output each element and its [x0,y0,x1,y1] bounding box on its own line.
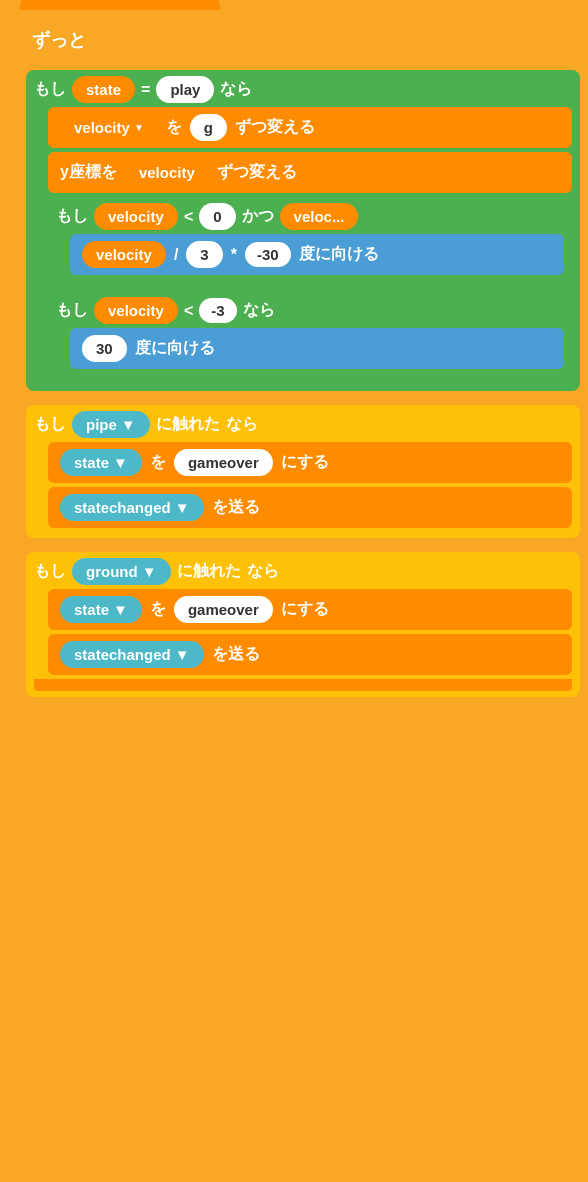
if-velocity-lt0-inner: velocity / 3 * -30 度に向ける [70,234,564,275]
scratch-blocks-container: ずっと もし state = play なら [0,0,588,715]
statechanged-dropdown-1[interactable]: ▼ [175,499,190,516]
velocity-dropdown-arrow-1[interactable]: ▼ [134,122,144,133]
gap-1 [26,397,580,405]
if-velocity-lt-3-block: もし velocity < -3 なら [48,291,572,379]
mul-op: * [231,246,237,264]
state-var-pill[interactable]: state [72,76,135,103]
if-ground-row: もし ground ▼ に触れた なら [34,558,572,585]
g-val-pill: g [190,114,227,141]
gameover-val-pill-1: gameover [174,449,273,476]
three-val-pill: 3 [186,241,222,268]
forever-label: ずっと [16,20,102,60]
pipe-statechanged-row: statechanged ▼ を送る [48,487,572,528]
wo-prep-2: を [150,452,166,473]
if-keyword-2: もし [56,206,88,227]
ground-dropdown-arrow[interactable]: ▼ [142,563,157,580]
then-keyword-5: なら [247,561,279,582]
pipe-state-gameover-row: state ▼ を gameover にする [48,442,572,483]
if-keyword-1: もし [34,79,66,100]
direction-suffix-2: 度に向ける [135,338,215,359]
ground-var-pill[interactable]: ground ▼ [72,558,171,585]
if-pipe-inner: state ▼ を gameover にする statechanged [48,442,572,528]
and-keyword: かつ [242,206,274,227]
if-state-condition-row: もし state = play なら [34,76,572,103]
ni-suru-1: にする [281,452,329,473]
ni-suru-2: にする [281,599,329,620]
ground-statechanged-row: statechanged ▼ を送る [48,634,572,675]
if-keyword-4: もし [34,414,66,435]
wo-prep-1: を [166,117,182,138]
change-suffix-1: ずつ変える [235,117,315,138]
statechanged-msg-pill-1[interactable]: statechanged ▼ [60,494,204,521]
if-velocity-lt-3-inner: 30 度に向ける [70,328,564,369]
if-velocity-lt-3-row: もし velocity < -3 なら [56,297,564,324]
change-suffix-2: ずつ変える [217,162,297,183]
state-set-pill-1[interactable]: state ▼ [60,449,142,476]
touch-keyword-2: に触れた [177,561,241,582]
if-state-play-inner: velocity ▼ を g ずつ変える y座標を velocity [48,107,572,379]
state-set-pill-2[interactable]: state ▼ [60,596,142,623]
veloc-overflow-pill[interactable]: veloc... [280,203,359,230]
forever-inner-content: もし state = play なら velocity [18,66,588,715]
equals-op: = [141,81,150,99]
wo-okuru-1: を送る [212,497,260,518]
statechanged-dropdown-2[interactable]: ▼ [175,646,190,663]
direction-suffix-1: 度に向ける [299,244,379,265]
if-ground-inner: state ▼ を gameover にする statechanged [48,589,572,675]
y-label: y座標を [60,162,117,183]
if-ground-block: もし ground ▼ に触れた なら state ▼ [26,552,580,697]
forever-label-row: ずっと [0,14,588,66]
if-pipe-row: もし pipe ▼ に触れた なら [34,411,572,438]
if-velocity-lt0-block: もし velocity < 0 かつ veloc... [48,197,572,285]
div-op: / [174,246,178,264]
direction-calc-row: velocity / 3 * -30 度に向ける [70,234,564,275]
velocity-var-pill-1[interactable]: velocity ▼ [60,114,158,141]
velocity-change-row: velocity ▼ を g ずつ変える [48,107,572,148]
then-keyword-3: なら [243,300,275,321]
y-velocity-change-row: y座標を velocity ずつ変える [48,152,572,193]
velocity-cond2-pill[interactable]: velocity [94,297,178,324]
lt-op-1: < [184,208,193,226]
state-dropdown-2[interactable]: ▼ [113,601,128,618]
velocity-dir-pill[interactable]: velocity [82,241,166,268]
wo-okuru-2: を送る [212,644,260,665]
state-dropdown-1[interactable]: ▼ [113,454,128,471]
neg3-val-pill: -3 [199,298,236,323]
ground-state-gameover-row: state ▼ を gameover にする [48,589,572,630]
pipe-var-pill[interactable]: pipe ▼ [72,411,150,438]
zero-val-pill: 0 [199,203,235,230]
statechanged-msg-pill-2[interactable]: statechanged ▼ [60,641,204,668]
bottom-stub [34,679,572,691]
direction-30-row: 30 度に向ける [70,328,564,369]
then-keyword-1: なら [220,79,252,100]
touch-keyword-1: に触れた [156,414,220,435]
if-state-play-block: もし state = play なら velocity [26,70,580,391]
gap-2 [26,544,580,552]
top-block-stub [20,0,220,10]
if-keyword-3: もし [56,300,88,321]
if-velocity-lt0-row: もし velocity < 0 かつ veloc... [56,203,564,230]
play-val-pill: play [156,76,214,103]
neg30-val-pill: -30 [245,242,291,267]
if-keyword-5: もし [34,561,66,582]
then-keyword-4: なら [226,414,258,435]
if-pipe-block: もし pipe ▼ に触れた なら state ▼ を [26,405,580,538]
gameover-val-pill-2: gameover [174,596,273,623]
forever-block: ずっと もし state = play なら [0,10,588,715]
velocity-var-pill-2[interactable]: velocity [125,159,209,186]
thirty-val-pill: 30 [82,335,127,362]
lt-op-2: < [184,302,193,320]
wo-prep-3: を [150,599,166,620]
pipe-dropdown-arrow[interactable]: ▼ [121,416,136,433]
velocity-cond1-pill[interactable]: velocity [94,203,178,230]
